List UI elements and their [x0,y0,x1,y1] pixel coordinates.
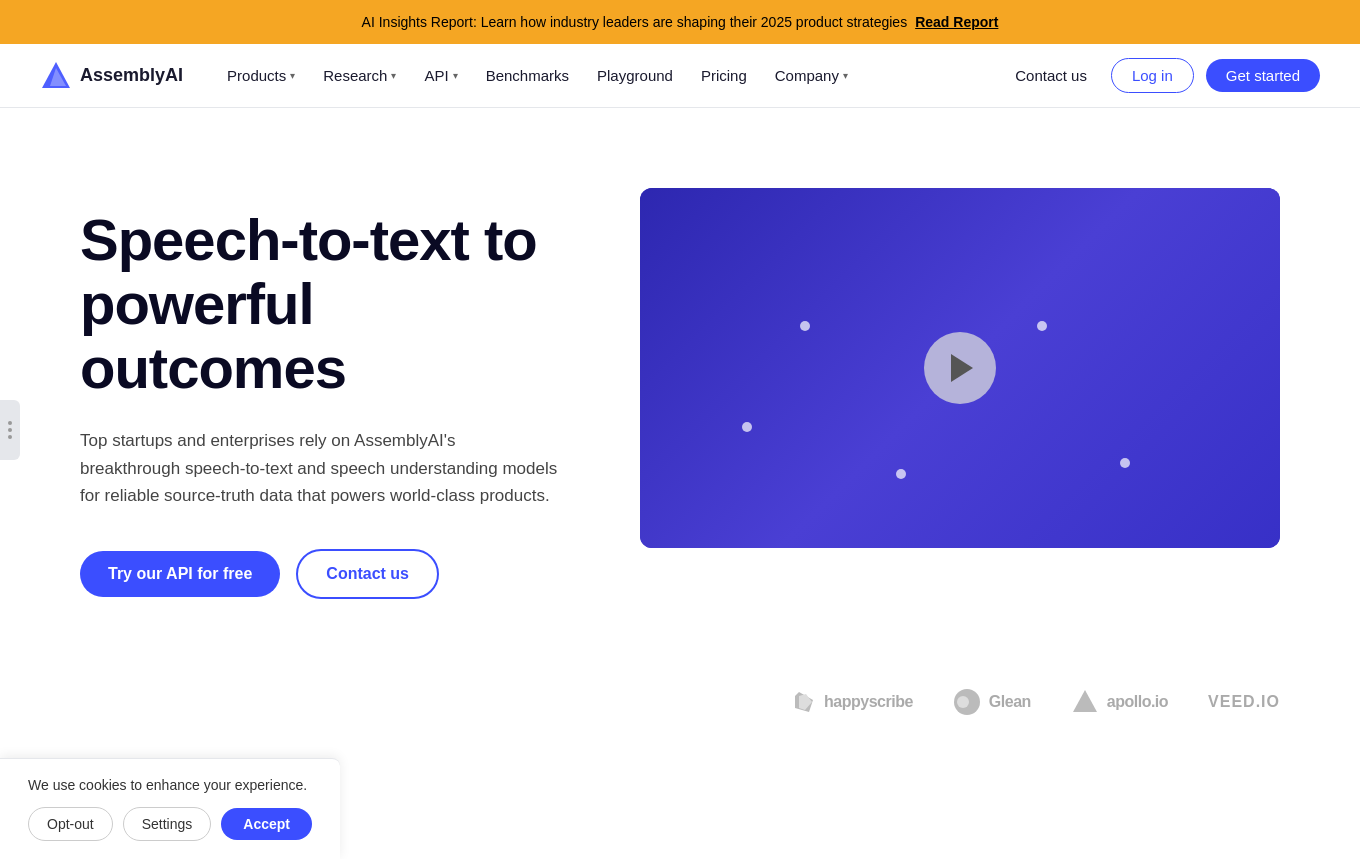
nav-left: AssemblyAI Products ▾ Research ▾ API ▾ B… [40,59,860,92]
svg-point-3 [957,696,969,708]
partner-apollo: apollo.io [1071,688,1168,716]
login-button[interactable]: Log in [1111,58,1194,93]
partner-happyscribe: happyscribe [792,690,913,714]
svg-marker-4 [1073,690,1097,712]
floating-dot-2 [1037,321,1047,331]
hero-subtitle: Top startups and enterprises rely on Ass… [80,427,560,509]
floating-dot-4 [896,469,906,479]
chevron-down-icon: ▾ [843,70,848,81]
nav-item-company[interactable]: Company ▾ [763,59,860,92]
contact-button[interactable]: Contact us [296,549,439,599]
handle-dots [8,421,12,439]
nav-item-pricing[interactable]: Pricing [689,59,759,92]
partner-glean: Glean [953,688,1031,716]
nav-item-playground[interactable]: Playground [585,59,685,92]
sidebar-handle[interactable] [0,400,20,460]
navbar: AssemblyAI Products ▾ Research ▾ API ▾ B… [0,44,1360,108]
nav-right: Contact us Log in Get started [1003,58,1320,93]
top-banner: AI Insights Report: Learn how industry l… [0,0,1360,44]
nav-item-research[interactable]: Research ▾ [311,59,408,92]
video-player[interactable] [640,188,1280,548]
banner-text: AI Insights Report: Learn how industry l… [362,14,908,30]
play-button[interactable] [924,332,996,404]
hero-title: Speech-to-text to powerful outcomes [80,208,580,399]
chevron-down-icon: ▾ [391,70,396,81]
glean-icon [953,688,981,716]
logo[interactable]: AssemblyAI [40,60,183,92]
floating-dot-5 [1120,458,1130,468]
nav-links: Products ▾ Research ▾ API ▾ Benchmarks P… [215,59,860,92]
hero-section: Speech-to-text to powerful outcomes Top … [0,108,1360,668]
get-started-button[interactable]: Get started [1206,59,1320,92]
nav-contact-link[interactable]: Contact us [1003,59,1099,92]
hero-buttons: Try our API for free Contact us [80,549,580,599]
chevron-down-icon: ▾ [290,70,295,81]
nav-item-benchmarks[interactable]: Benchmarks [474,59,581,92]
nav-item-api[interactable]: API ▾ [412,59,469,92]
happyscribe-icon [792,690,816,714]
try-api-button[interactable]: Try our API for free [80,551,280,597]
hero-right [640,188,1280,548]
nav-item-products[interactable]: Products ▾ [215,59,307,92]
chevron-down-icon: ▾ [453,70,458,81]
hero-left: Speech-to-text to powerful outcomes Top … [80,188,580,599]
logo-icon [40,60,72,92]
partners-section: happyscribe Glean apollo.io VEED.IO [0,668,1360,756]
banner-link[interactable]: Read Report [915,14,998,30]
apollo-icon [1071,688,1099,716]
play-icon [951,354,973,382]
logo-text: AssemblyAI [80,65,183,86]
partner-veed: VEED.IO [1208,693,1280,711]
